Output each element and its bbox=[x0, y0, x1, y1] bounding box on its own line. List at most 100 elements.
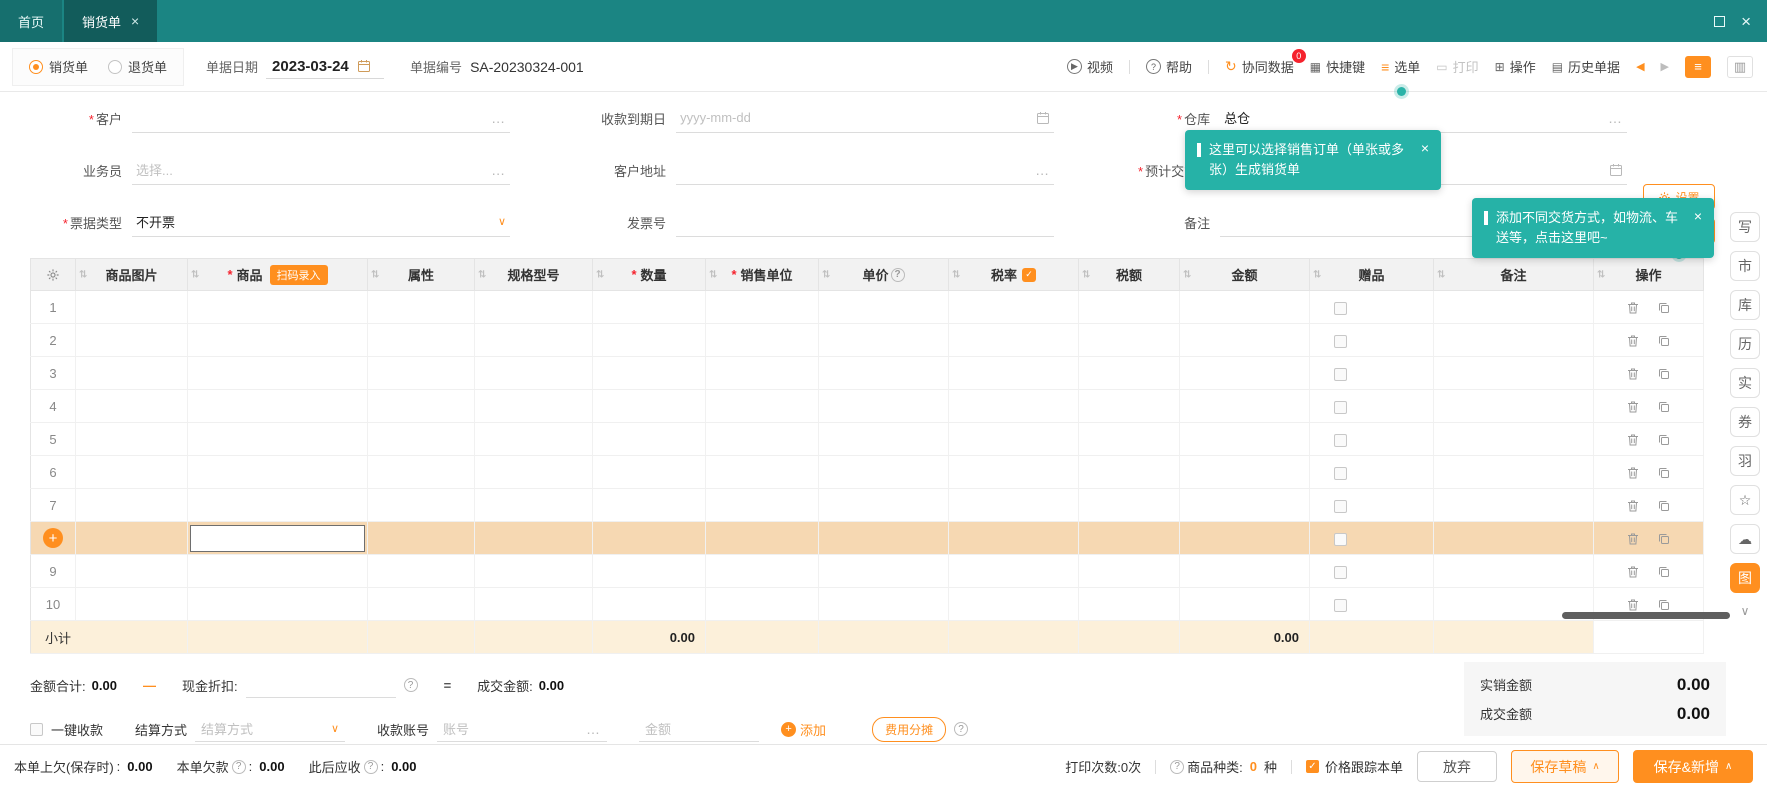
settle-method-select[interactable]: 结算方式 ∨ bbox=[195, 716, 346, 742]
doc-date-input[interactable]: 2023-03-24 bbox=[266, 55, 385, 79]
cell-product[interactable] bbox=[187, 554, 368, 588]
column-header[interactable]: ⇅ 商品图片 bbox=[75, 258, 188, 291]
cell-spec[interactable] bbox=[474, 290, 593, 324]
cell-tax-rate[interactable] bbox=[948, 587, 1079, 621]
cell-product-image[interactable] bbox=[75, 455, 188, 489]
cell-unit[interactable] bbox=[705, 323, 819, 357]
cell-price[interactable] bbox=[818, 587, 949, 621]
table-row[interactable]: 6 bbox=[30, 455, 1704, 489]
cell-product-image[interactable] bbox=[75, 587, 188, 621]
cell-product-image[interactable] bbox=[75, 323, 188, 357]
delete-row-icon[interactable] bbox=[1626, 334, 1640, 348]
cell-amount[interactable] bbox=[1179, 422, 1310, 456]
cell-product-image[interactable] bbox=[75, 488, 188, 522]
rail-icon[interactable]: 羽 bbox=[1730, 446, 1760, 476]
save-draft-button[interactable]: 保存草稿 ∧ bbox=[1511, 750, 1619, 783]
cell-remark[interactable] bbox=[1433, 455, 1594, 489]
cell-price[interactable] bbox=[818, 356, 949, 390]
gift-checkbox[interactable] bbox=[1334, 532, 1347, 546]
cell-tax-amount[interactable] bbox=[1078, 554, 1180, 588]
cell-price[interactable] bbox=[818, 389, 949, 423]
cell-unit[interactable] bbox=[705, 422, 819, 456]
cell-tax-amount[interactable] bbox=[1078, 290, 1180, 324]
cell-product[interactable] bbox=[187, 290, 368, 324]
cell-unit[interactable] bbox=[705, 587, 819, 621]
scan-input-button[interactable]: 扫码录入 bbox=[269, 264, 328, 285]
ellipsis-icon[interactable]: … bbox=[1035, 162, 1050, 178]
cell-price[interactable] bbox=[818, 488, 949, 522]
cell-product[interactable] bbox=[187, 323, 368, 357]
cell-unit[interactable] bbox=[705, 554, 819, 588]
cell-quantity[interactable] bbox=[592, 587, 706, 621]
column-header[interactable]: ⇅ 备注 bbox=[1433, 258, 1594, 291]
maximize-window-icon[interactable] bbox=[1714, 15, 1726, 27]
copy-row-icon[interactable] bbox=[1657, 367, 1671, 381]
price-track-checkbox[interactable]: ✓ 价格跟踪本单 bbox=[1305, 757, 1403, 776]
cell-tax-amount[interactable] bbox=[1078, 455, 1180, 489]
doc-type-sales-radio[interactable]: 销货单 bbox=[29, 57, 88, 76]
cell-product[interactable] bbox=[187, 389, 368, 423]
column-header[interactable]: ⇅ 金额 bbox=[1179, 258, 1310, 291]
discard-button[interactable]: 放弃 bbox=[1417, 751, 1497, 782]
cell-product[interactable] bbox=[187, 488, 368, 522]
cell-remark[interactable] bbox=[1433, 554, 1594, 588]
table-row[interactable]: 2 bbox=[30, 323, 1704, 357]
gift-checkbox[interactable] bbox=[1334, 598, 1347, 612]
cell-attribute[interactable] bbox=[367, 323, 475, 357]
column-header[interactable]: ⇅ * 销售单位 bbox=[705, 258, 819, 291]
sort-icon[interactable]: ⇅ bbox=[1313, 269, 1321, 280]
chevron-down-icon[interactable]: ∨ bbox=[331, 722, 339, 735]
cell-attribute[interactable] bbox=[367, 521, 475, 555]
sort-icon[interactable]: ⇅ bbox=[371, 269, 379, 280]
cell-remark[interactable] bbox=[1433, 356, 1594, 390]
cell-remark[interactable] bbox=[1433, 521, 1594, 555]
gift-checkbox[interactable] bbox=[1334, 433, 1347, 447]
cell-tax-amount[interactable] bbox=[1078, 488, 1180, 522]
gift-checkbox[interactable] bbox=[1334, 565, 1347, 579]
cell-amount[interactable] bbox=[1179, 521, 1310, 555]
toolbar-action[interactable]: ▦ 快捷键 bbox=[1310, 57, 1365, 76]
cell-quantity[interactable] bbox=[592, 422, 706, 456]
cell-remark[interactable] bbox=[1433, 290, 1594, 324]
gift-checkbox[interactable] bbox=[1334, 367, 1347, 381]
add-payment-button[interactable]: + 添加 bbox=[781, 720, 826, 739]
delete-row-icon[interactable] bbox=[1626, 499, 1640, 513]
delete-row-icon[interactable] bbox=[1626, 532, 1640, 546]
customer-input[interactable]: … bbox=[132, 103, 511, 133]
help-icon[interactable]: ? bbox=[954, 722, 969, 736]
cell-unit[interactable] bbox=[705, 455, 819, 489]
cell-tax-amount[interactable] bbox=[1078, 521, 1180, 555]
add-row-button[interactable]: + bbox=[43, 528, 63, 548]
help-icon[interactable]: ? bbox=[231, 759, 246, 774]
gift-checkbox[interactable] bbox=[1334, 301, 1347, 315]
ellipsis-icon[interactable]: … bbox=[1608, 110, 1623, 126]
toolbar-action[interactable]: ⊞ 操作 bbox=[1495, 57, 1536, 76]
cell-tax-amount[interactable] bbox=[1078, 323, 1180, 357]
column-header[interactable]: ⇅ 税率 ✓ bbox=[948, 258, 1079, 291]
cell-tax-rate[interactable] bbox=[948, 356, 1079, 390]
table-row[interactable]: 4 bbox=[30, 389, 1704, 423]
delete-row-icon[interactable] bbox=[1626, 367, 1640, 381]
gear-icon[interactable] bbox=[31, 268, 75, 282]
salesman-input[interactable]: 选择... … bbox=[132, 155, 511, 185]
rail-icon[interactable]: 图 bbox=[1730, 563, 1760, 593]
cell-price[interactable] bbox=[818, 290, 949, 324]
cell-amount[interactable] bbox=[1179, 389, 1310, 423]
cell-attribute[interactable] bbox=[367, 389, 475, 423]
cell-product-image[interactable] bbox=[75, 356, 188, 390]
help-icon[interactable]: ? bbox=[890, 267, 905, 282]
cell-spec[interactable] bbox=[474, 521, 593, 555]
cell-tax-rate[interactable] bbox=[948, 488, 1079, 522]
cell-tax-rate[interactable] bbox=[948, 290, 1079, 324]
cell-tax-rate[interactable] bbox=[948, 554, 1079, 588]
cell-remark[interactable] bbox=[1433, 389, 1594, 423]
cell-quantity[interactable] bbox=[592, 521, 706, 555]
cell-amount[interactable] bbox=[1179, 488, 1310, 522]
cell-unit[interactable] bbox=[705, 356, 819, 390]
window-tab[interactable]: 首页 bbox=[0, 0, 63, 42]
sort-icon[interactable]: ⇅ bbox=[596, 269, 604, 280]
sort-icon[interactable]: ⇅ bbox=[1437, 269, 1445, 280]
rail-icon[interactable]: 市 bbox=[1730, 251, 1760, 281]
rail-icon[interactable]: 写 bbox=[1730, 212, 1760, 242]
delete-row-icon[interactable] bbox=[1626, 565, 1640, 579]
